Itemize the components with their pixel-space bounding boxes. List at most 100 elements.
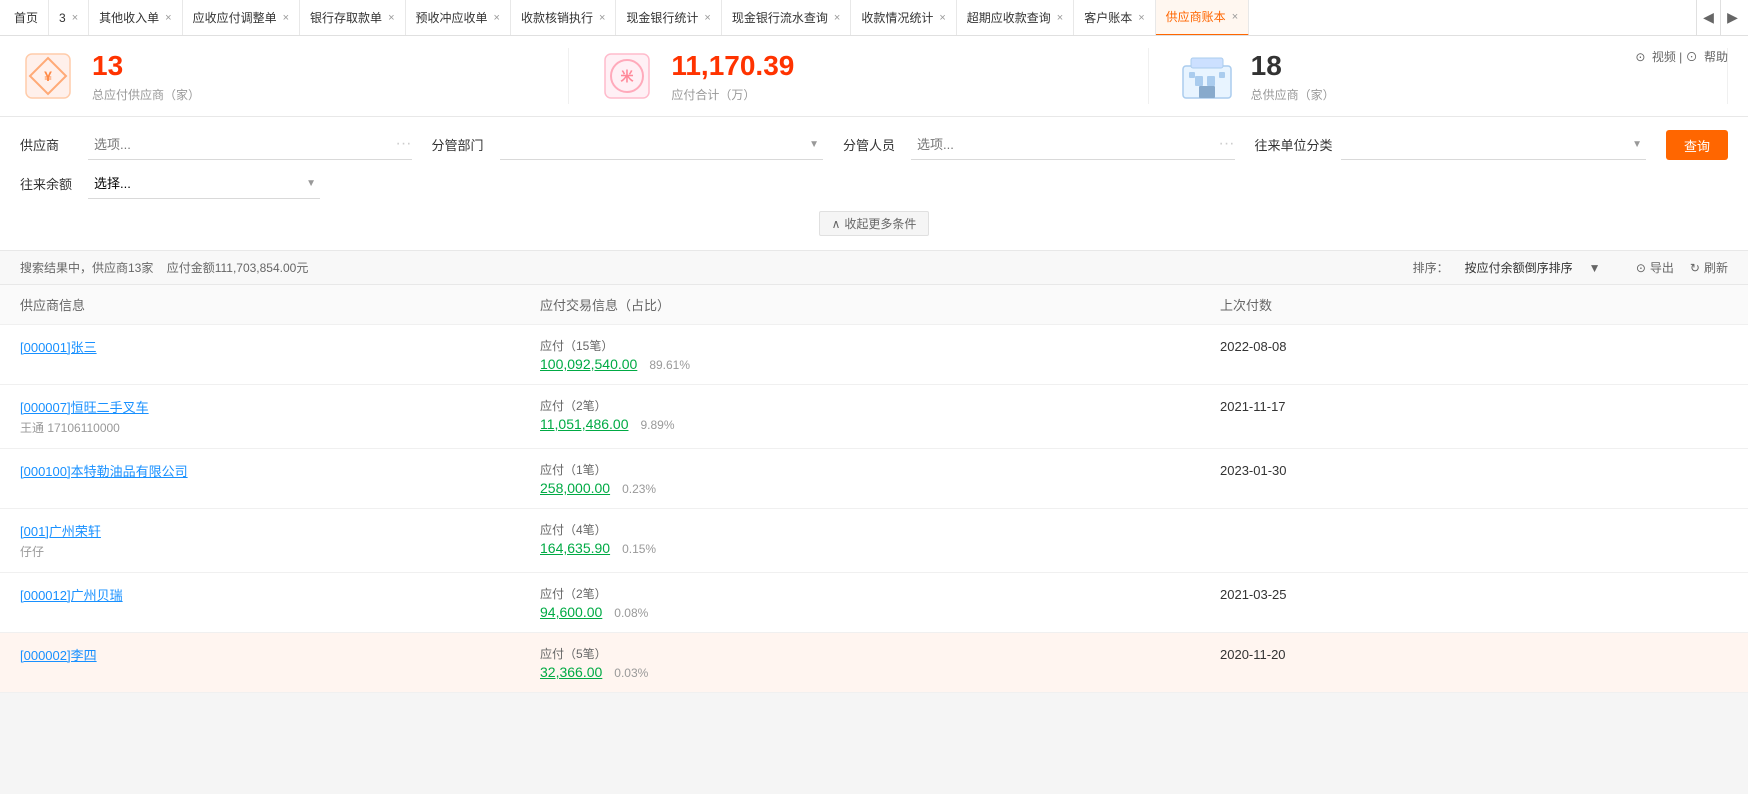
- nav-tab-cash-bank-stat[interactable]: 现金银行统计 ×: [616, 0, 721, 36]
- lastpay-col-3: [1220, 521, 1728, 523]
- tx-amount-5[interactable]: 32,366.00: [540, 664, 602, 680]
- svg-text:¥: ¥: [44, 68, 52, 84]
- summary-area: ¥ 13 总应付供应商（家） 米 11,170.39 应付合计（万）: [0, 36, 1748, 117]
- filter-supplier: 供应商 ···: [20, 130, 412, 160]
- top-navigation: 首页3×其他收入单×应收应付调整单×银行存取款单×预收冲应收单×收款核销执行×现…: [0, 0, 1748, 36]
- help-icon: ⊙: [1686, 50, 1698, 64]
- query-button[interactable]: 查询: [1666, 130, 1728, 160]
- transaction-col-1: 应付（2笔）11,051,486.009.89%: [540, 397, 1220, 432]
- lastpay-col-0: 2022-08-08: [1220, 337, 1728, 354]
- filter-area: 供应商 ··· 分管部门 ▼ 分管人员 ···: [0, 117, 1748, 251]
- nav-tab-tab3[interactable]: 3×: [49, 0, 89, 36]
- nav-tab-close-receipt-writeoff[interactable]: ×: [599, 12, 605, 24]
- nav-tab-close-tab3[interactable]: ×: [72, 12, 78, 24]
- result-actions: 排序： 按应付余额倒序排序 ▼ ⊙ 导出 ↻ 刷新: [1413, 259, 1728, 276]
- nav-tab-close-customer-ledger[interactable]: ×: [1138, 12, 1144, 24]
- lastpay-col-2: 2023-01-30: [1220, 461, 1728, 478]
- nav-tab-close-ar-ap-adjust[interactable]: ×: [283, 12, 289, 24]
- export-label: 导出: [1650, 259, 1674, 276]
- supplier-name-5[interactable]: [000002]李四: [20, 645, 540, 664]
- tx-amount-2[interactable]: 258,000.00: [540, 480, 610, 496]
- supplier-input[interactable]: [88, 137, 392, 152]
- result-amount: 应付金额111,703,854.00元: [167, 261, 309, 275]
- tx-amount-1[interactable]: 11,051,486.00: [540, 416, 629, 432]
- person-input[interactable]: [911, 137, 1215, 152]
- nav-tab-close-other-income[interactable]: ×: [165, 12, 171, 24]
- balance-select-wrapper: 选择... ▼: [88, 168, 320, 199]
- export-icon: ⊙: [1636, 261, 1646, 275]
- tx-amount-0[interactable]: 100,092,540.00: [540, 356, 637, 372]
- tx-row-5: 32,366.00 0.03%: [540, 662, 1220, 680]
- filter-person: 分管人员 ···: [843, 130, 1235, 160]
- nav-tab-close-cash-bank-flow[interactable]: ×: [834, 12, 840, 24]
- nav-tab-prepay-ar[interactable]: 预收冲应收单×: [406, 0, 511, 36]
- summary-card-ap-total: 米 11,170.39 应付合计（万）: [569, 48, 1148, 104]
- dept-select[interactable]: [500, 129, 824, 159]
- collapse-button[interactable]: ∧ 收起更多条件: [819, 211, 930, 236]
- ap-supplier-icon: ¥: [20, 48, 76, 104]
- col-header-supplier: 供应商信息: [20, 295, 540, 314]
- table-row: [001]广州荣轩仔仔应付（4笔）164,635.900.15%: [0, 509, 1748, 573]
- nav-tab-close-supplier-ledger[interactable]: ×: [1232, 11, 1238, 23]
- nav-tab-close-prepay-ar[interactable]: ×: [494, 12, 500, 24]
- tx-label-4: 应付（2笔）: [540, 585, 1220, 602]
- person-dots-icon[interactable]: ···: [1219, 135, 1235, 153]
- ap-total-value: 11,170.39: [671, 49, 794, 83]
- last-pay-date-3: [1220, 521, 1728, 523]
- table-row: [000012]广州贝瑞应付（2笔）94,600.000.08%2021-03-…: [0, 573, 1748, 633]
- video-link[interactable]: 视频: [1652, 50, 1676, 64]
- nav-tab-customer-ledger[interactable]: 客户账本 ×: [1074, 0, 1155, 36]
- nav-tab-receipt-stat[interactable]: 收款情况统计×: [851, 0, 956, 36]
- nav-tab-overdue-ar[interactable]: 超期应收款查询×: [957, 0, 1074, 36]
- supplier-name-0[interactable]: [000001]张三: [20, 337, 540, 356]
- supplier-name-4[interactable]: [000012]广州贝瑞: [20, 585, 540, 604]
- category-select-wrapper: ▼: [1341, 129, 1646, 160]
- tx-amount-4[interactable]: 94,600.00: [540, 604, 602, 620]
- category-select[interactable]: [1341, 129, 1646, 159]
- nav-tab-receipt-writeoff[interactable]: 收款核销执行×: [511, 0, 616, 36]
- nav-tab-close-cash-bank-stat[interactable]: ×: [704, 12, 710, 24]
- nav-tab-label-customer-ledger: 客户账本: [1084, 9, 1132, 26]
- nav-tab-close-bank-deposit[interactable]: ×: [388, 12, 394, 24]
- nav-tab-cash-bank-flow[interactable]: 现金银行流水查询×: [722, 0, 851, 36]
- sort-dropdown-icon[interactable]: ▼: [1589, 261, 1601, 275]
- nav-right-arrow[interactable]: ▶: [1720, 0, 1744, 36]
- total-supplier-label: 总供应商（家）: [1251, 86, 1335, 103]
- category-filter-label: 往来单位分类: [1255, 135, 1333, 154]
- nav-tab-close-receipt-stat[interactable]: ×: [939, 12, 945, 24]
- supplier-name-2[interactable]: [000100]本特勒油品有限公司: [20, 461, 540, 480]
- export-button[interactable]: ⊙ 导出: [1636, 259, 1674, 276]
- filter-dept: 分管部门 ▼: [432, 129, 824, 160]
- collapse-chevron-icon: ∧: [832, 217, 841, 231]
- nav-tab-bank-deposit[interactable]: 银行存取款单 ×: [300, 0, 405, 36]
- tx-row-4: 94,600.000.08%: [540, 602, 1220, 620]
- nav-tab-home[interactable]: 首页: [4, 0, 49, 36]
- supplier-name-3[interactable]: [001]广州荣轩: [20, 521, 540, 540]
- filter-row-1: 供应商 ··· 分管部门 ▼ 分管人员 ···: [20, 129, 1728, 160]
- nav-tab-other-income[interactable]: 其他收入单×: [89, 0, 182, 36]
- nav-tab-close-overdue-ar[interactable]: ×: [1057, 12, 1063, 24]
- help-link[interactable]: 帮助: [1704, 50, 1728, 64]
- nav-tab-ar-ap-adjust[interactable]: 应收应付调整单×: [183, 0, 300, 36]
- ap-total-content: 11,170.39 应付合计（万）: [671, 49, 794, 104]
- tx-pct-2: 0.23%: [622, 482, 656, 496]
- tx-pct-5: 0.03%: [614, 666, 648, 680]
- supplier-name-1[interactable]: [000007]恒旺二手叉车: [20, 397, 540, 416]
- supplier-dots-icon[interactable]: ···: [396, 135, 412, 153]
- refresh-button[interactable]: ↻ 刷新: [1690, 259, 1728, 276]
- sort-value[interactable]: 按应付余额倒序排序: [1465, 259, 1573, 276]
- nav-tab-label-tab3: 3: [59, 11, 66, 25]
- person-input-wrapper: ···: [911, 130, 1235, 160]
- tx-amount-3[interactable]: 164,635.90: [540, 540, 610, 556]
- supplier-filter-label: 供应商: [20, 135, 80, 154]
- last-pay-date-4: 2021-03-25: [1220, 585, 1728, 602]
- dept-select-wrapper: ▼: [500, 129, 824, 160]
- result-summary: 搜索结果中，供应商13家 应付金额111,703,854.00元: [20, 259, 308, 276]
- nav-tab-supplier-ledger[interactable]: 供应商账本×: [1156, 0, 1249, 36]
- nav-left-arrow[interactable]: ◀: [1696, 0, 1720, 36]
- nav-tab-label-cash-bank-stat: 现金银行统计: [626, 9, 698, 26]
- supplier-input-wrapper: ···: [88, 130, 412, 160]
- balance-select[interactable]: 选择...: [88, 168, 320, 198]
- nav-tab-label-bank-deposit: 银行存取款单: [310, 9, 382, 26]
- ap-total-label: 应付合计（万）: [671, 86, 794, 103]
